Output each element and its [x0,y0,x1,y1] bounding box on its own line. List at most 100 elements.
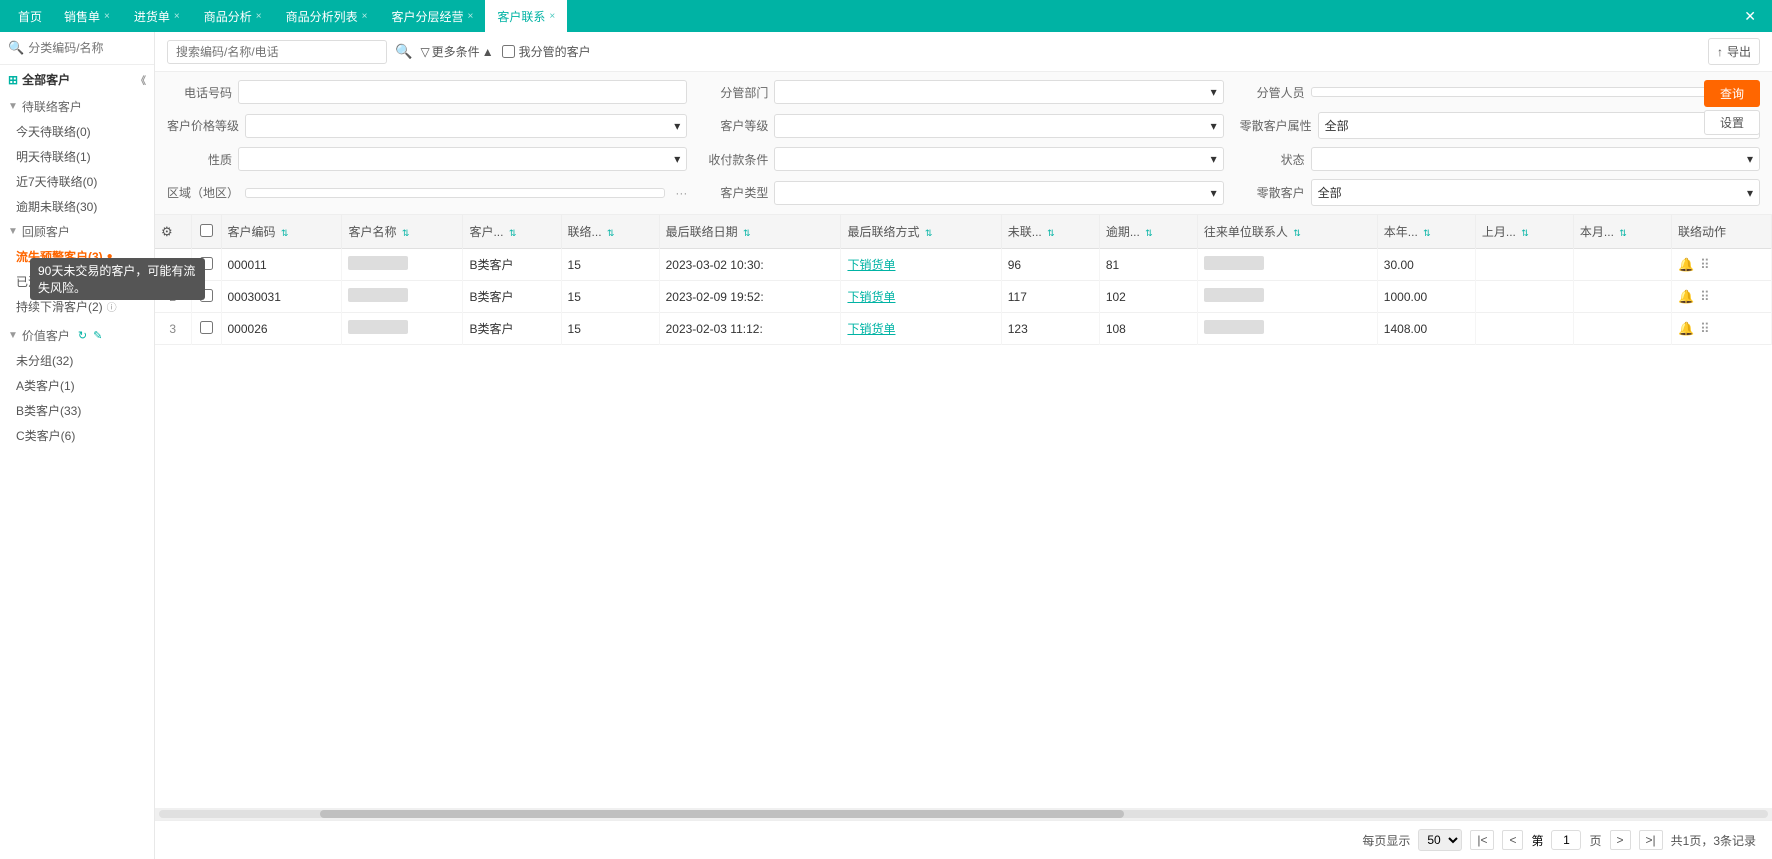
col-last-month[interactable]: 上月... ⇅ [1475,215,1573,249]
nav-item-purchase[interactable]: 进货单 × [122,0,192,32]
prev-page-button[interactable]: < [1502,830,1523,850]
section-lost-customers[interactable]: ▼ 回顾客户 [0,219,154,244]
filter-region-input[interactable] [245,188,665,198]
settings-button[interactable]: 设置 [1704,110,1760,135]
my-customers-checkbox-label[interactable]: 我分管的客户 [502,43,591,60]
scrollbar-track[interactable] [159,810,1768,818]
more-conditions-button[interactable]: ▽ 更多条件 ▲ [420,43,493,60]
row-code-1: 000011 [221,249,342,281]
col-action-label: 联络动作 [1678,225,1726,239]
filter-person-select[interactable] [1311,87,1738,97]
sidebar-search-input[interactable] [28,41,155,55]
col-checkbox[interactable] [191,215,221,249]
row-name-2 [342,281,463,313]
export-button[interactable]: ↑ 导出 [1708,38,1760,65]
export-icon: ↑ [1717,45,1723,59]
collapse-icon[interactable]: 《 [136,72,146,87]
close-icon[interactable]: × [256,11,262,22]
col-contact[interactable]: 联络... ⇅ [561,215,659,249]
filter-payment-select[interactable]: ▾ [774,147,1223,171]
close-icon[interactable]: × [174,11,180,22]
horizontal-scrollbar[interactable] [155,808,1772,820]
col-last-method[interactable]: 最后联络方式 ⇅ [841,215,1001,249]
advanced-filter-panel: 电话号码 分管部门 ▾ 分管人员 ··· 查询 设置 [155,72,1772,215]
next-page-button[interactable]: > [1610,830,1631,850]
arrow-icon: ▼ [8,101,18,112]
sidebar-item-ungrouped[interactable]: 未分组(32) [0,348,154,373]
page-number-input[interactable] [1551,830,1581,850]
contact-icon[interactable]: 🔔 [1678,289,1694,305]
filter-dept-select[interactable]: ▾ [774,80,1223,104]
row-select-checkbox[interactable] [200,321,213,334]
last-page-button[interactable]: >| [1639,830,1663,850]
sidebar-item-class-b[interactable]: B类客户(33) [0,398,154,423]
filter-retail-customer-select[interactable]: 全部 ▾ [1311,179,1760,206]
row-this-year-3: 1408.00 [1377,313,1475,345]
col-contact-person[interactable]: 往来单位联系人 ⇅ [1197,215,1377,249]
nav-item-home[interactable]: 首页 [8,0,52,32]
filter-icon: ▽ [420,45,429,59]
sidebar-item-week-contact[interactable]: 近7天待联络(0) [0,169,154,194]
edit-icon[interactable]: ✎ [93,329,102,342]
filter-phone-input[interactable] [238,80,687,104]
row-last-method-1[interactable]: 下销货单 [841,249,1001,281]
nav-item-customer-contact[interactable]: 客户联系 × [485,0,567,32]
nav-item-customer-tier[interactable]: 客户分层经营 × [379,0,485,32]
chevron-down-icon: ▾ [674,152,680,166]
more-action-icon[interactable]: ⠿ [1700,257,1710,273]
col-gear[interactable]: ⚙ [155,215,191,249]
my-customers-checkbox[interactable] [502,45,515,58]
col-code[interactable]: 客户编码 ⇅ [221,215,342,249]
sidebar-search: 🔍 [0,32,154,65]
nav-item-analysis[interactable]: 商品分析 × [192,0,274,32]
section-value-customers[interactable]: ▼ 价值客户 ↻ ✎ [0,323,154,348]
filter-customer-type-select[interactable]: ▾ [774,181,1223,205]
col-not-contacted[interactable]: 未联... ⇅ [1001,215,1099,249]
close-icon[interactable]: × [362,11,368,22]
search-input[interactable] [167,40,387,64]
filter-status-select[interactable]: ▾ [1311,147,1760,171]
first-page-button[interactable]: |< [1470,830,1494,850]
refresh-icon[interactable]: ↻ [78,329,87,342]
more-conditions-label: 更多条件 [432,43,480,60]
page-size-select[interactable]: 50 [1418,829,1462,851]
filter-customer-grade-select[interactable]: ▾ [774,114,1223,138]
col-name[interactable]: 客户名称 ⇅ [342,215,463,249]
nav-item-sales[interactable]: 销售单 × [52,0,122,32]
scrollbar-thumb[interactable] [320,810,1125,818]
col-last-date[interactable]: 最后联络日期 ⇅ [659,215,841,249]
close-icon[interactable]: × [549,11,555,22]
more-action-icon[interactable]: ⠿ [1700,289,1710,305]
query-button[interactable]: 查询 [1704,80,1760,107]
sidebar-item-class-a[interactable]: A类客户(1) [0,373,154,398]
filter-price-grade-select[interactable]: ▾ [245,114,687,138]
search-button[interactable]: 🔍 [395,43,412,60]
nav-item-analysis-list[interactable]: 商品分析列表 × [274,0,380,32]
sidebar-item-class-c[interactable]: C类客户(6) [0,423,154,448]
contact-icon[interactable]: 🔔 [1678,257,1694,273]
close-window-icon[interactable]: ✕ [1736,8,1764,25]
sidebar-root[interactable]: ⊞ 全部客户 《 [0,65,154,94]
col-this-year[interactable]: 本年... ⇅ [1377,215,1475,249]
sidebar-item-overdue-contact[interactable]: 逾期未联络(30) [0,194,154,219]
more-action-icon[interactable]: ⠿ [1700,321,1710,337]
row-last-method-3[interactable]: 下销货单 [841,313,1001,345]
filter-retail-attr-select[interactable]: 全部 ▾ [1318,112,1760,139]
more-region-icon[interactable]: ··· [675,186,687,200]
close-icon[interactable]: × [104,11,110,22]
section-pending-contact[interactable]: ▼ 待联络客户 [0,94,154,119]
close-icon[interactable]: × [467,11,473,22]
gear-icon[interactable]: ⚙ [161,224,173,239]
contact-icon[interactable]: 🔔 [1678,321,1694,337]
col-this-month[interactable]: 本月... ⇅ [1573,215,1671,249]
col-overdue[interactable]: 逾期... ⇅ [1099,215,1197,249]
col-type[interactable]: 客户... ⇅ [463,215,561,249]
table-row: 2 00030031 B类客户 15 2023-02-09 19:52: 下销货… [155,281,1772,313]
row-checkbox-3[interactable] [191,313,221,345]
col-code-label: 客户编码 [228,225,276,239]
sidebar-item-tomorrow-contact[interactable]: 明天待联络(1) [0,144,154,169]
filter-nature-select[interactable]: ▾ [238,147,687,171]
row-last-method-2[interactable]: 下销货单 [841,281,1001,313]
select-all-checkbox[interactable] [200,224,213,237]
sidebar-item-today-contact[interactable]: 今天待联络(0) [0,119,154,144]
